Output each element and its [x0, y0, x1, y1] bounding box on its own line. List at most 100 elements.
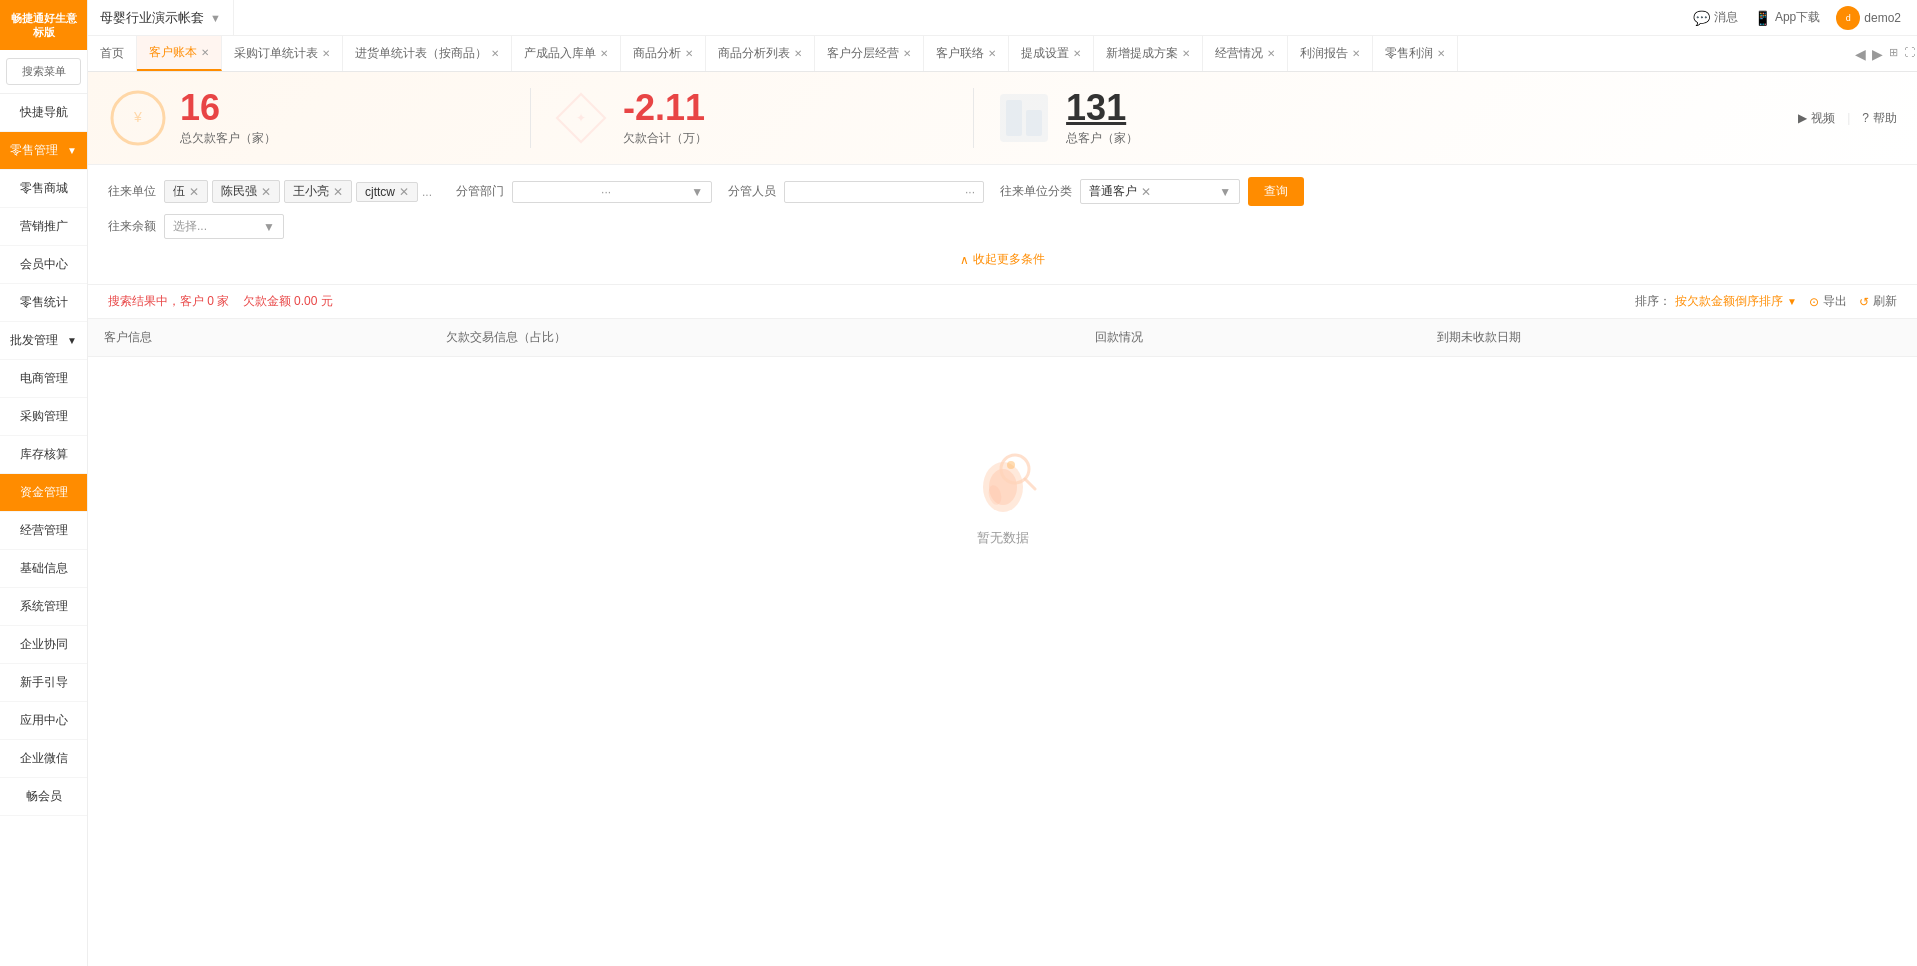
tab-customer-contact[interactable]: 客户联络 ✕ — [924, 36, 1009, 71]
refresh-button[interactable]: ↺ 刷新 — [1859, 293, 1897, 310]
tab-close-icon[interactable]: ✕ — [201, 47, 209, 58]
tab-close-icon[interactable]: ✕ — [685, 48, 693, 59]
sidebar-item-app-center[interactable]: 应用中心 — [0, 702, 87, 740]
sidebar-item-retail-mgmt[interactable]: 零售管理 ▼ — [0, 132, 87, 170]
export-button[interactable]: ⊙ 导出 — [1809, 293, 1847, 310]
category-tag-normal[interactable]: 普通客户 ✕ — [1089, 183, 1151, 200]
tab-new-achievement[interactable]: 新增提成方案 ✕ — [1094, 36, 1203, 71]
tab-product-analysis-list[interactable]: 商品分析列表 ✕ — [706, 36, 815, 71]
collapse-button[interactable]: ∧ 收起更多条件 — [108, 251, 1897, 268]
sidebar-item-marketing[interactable]: 营销推广 — [0, 208, 87, 246]
sort-button[interactable]: 按欠款金额倒序排序 — [1675, 293, 1783, 310]
stat-total-customers-value: 131 — [1066, 90, 1138, 126]
filter-row-1: 往来单位 伍 ✕ 陈民强 ✕ 王小亮 ✕ cjttcw — [108, 177, 1897, 206]
sidebar-item-retail-mall[interactable]: 零售商城 — [0, 170, 87, 208]
tag-remove-icon[interactable]: ✕ — [1141, 185, 1151, 199]
sidebar-item-enterprise-wechat[interactable]: 企业微信 — [0, 740, 87, 778]
sidebar-item-basic-info[interactable]: 基础信息 — [0, 550, 87, 588]
debt-customers-icon: ¥ — [108, 88, 168, 148]
sidebar-item-capital[interactable]: 资金管理 — [0, 474, 87, 512]
tag-remove-icon[interactable]: ✕ — [333, 185, 343, 199]
sidebar-item-enterprise[interactable]: 企业协同 — [0, 626, 87, 664]
message-button[interactable]: 💬 消息 — [1693, 9, 1738, 26]
category-select[interactable]: 普通客户 ✕ ▼ — [1080, 179, 1240, 204]
tab-product-analysis[interactable]: 商品分析 ✕ — [621, 36, 706, 71]
tab-close-icon[interactable]: ✕ — [988, 48, 996, 59]
tab-close-icon[interactable]: ✕ — [1073, 48, 1081, 59]
sidebar-item-vip[interactable]: 畅会员 — [0, 778, 87, 816]
tab-inbound-stats[interactable]: 进货单统计表（按商品） ✕ — [343, 36, 512, 71]
search-menu-button[interactable]: 搜索菜单 — [6, 58, 81, 85]
user-profile[interactable]: d demo2 — [1836, 6, 1901, 30]
stat-debt-amount-value: -2.11 — [623, 90, 707, 126]
stat-total-customers: 131 总客户（家） — [994, 88, 1396, 148]
chevron-up-icon: ∧ — [960, 253, 969, 267]
tab-close-icon[interactable]: ✕ — [322, 48, 330, 59]
filter-more-btn[interactable]: ... — [422, 185, 432, 199]
video-link[interactable]: ▶ 视频 — [1798, 110, 1835, 127]
toolbar-sort: 排序： 按欠款金额倒序排序 ▼ — [1635, 293, 1797, 310]
filter-tag-cm[interactable]: 陈民强 ✕ — [212, 180, 280, 203]
tab-fullscreen-icon[interactable]: ⛶ — [1902, 46, 1917, 62]
sidebar-item-retail-stats[interactable]: 零售统计 — [0, 284, 87, 322]
tab-close-icon[interactable]: ✕ — [491, 48, 499, 59]
sidebar-item-wholesale[interactable]: 批发管理 ▼ — [0, 322, 87, 360]
chevron-down-icon: ▼ — [263, 220, 275, 234]
tab-close-icon[interactable]: ✕ — [794, 48, 802, 59]
sidebar-item-quick-nav[interactable]: 快捷导航 — [0, 94, 87, 132]
sidebar-item-member[interactable]: 会员中心 — [0, 246, 87, 284]
chevron-down-icon: ▼ — [67, 335, 77, 346]
tab-expand-arrow[interactable]: ⊞ — [1887, 46, 1900, 62]
tab-close-icon[interactable]: ✕ — [1352, 48, 1360, 59]
tab-purchase-order[interactable]: 采购订单统计表 ✕ — [222, 36, 343, 71]
filter-tag-cj[interactable]: cjttcw ✕ — [356, 182, 418, 202]
unit-filter-label: 往来单位 — [108, 183, 156, 200]
empty-state: 暂无数据 — [88, 357, 1917, 627]
stat-debt-amount: ✦ -2.11 欠款合计（万） — [551, 88, 953, 148]
more-icon: ··· — [965, 185, 975, 199]
tab-bar: 首页 客户账本 ✕ 采购订单统计表 ✕ 进货单统计表（按商品） ✕ 产成品入库单… — [88, 36, 1917, 72]
tab-home[interactable]: 首页 — [88, 36, 137, 71]
sidebar-item-operation[interactable]: 经营管理 — [0, 512, 87, 550]
tab-promotion-settings[interactable]: 提成设置 ✕ — [1009, 36, 1094, 71]
person-select[interactable]: ··· — [784, 181, 984, 203]
tab-retail-profit[interactable]: 零售利润 ✕ — [1373, 36, 1458, 71]
header-actions: ▶ 视频 | ? 帮助 — [1798, 110, 1897, 127]
filter-tag-wxl[interactable]: 王小亮 ✕ — [284, 180, 352, 203]
tab-customer-account[interactable]: 客户账本 ✕ — [137, 36, 222, 71]
tab-close-icon[interactable]: ✕ — [1182, 48, 1190, 59]
total-customers-icon — [994, 88, 1054, 148]
tab-customer-segment[interactable]: 客户分层经营 ✕ — [815, 36, 924, 71]
svg-point-11 — [1007, 461, 1015, 469]
sidebar-item-purchase[interactable]: 采购管理 — [0, 398, 87, 436]
sidebar-item-inventory[interactable]: 库存核算 — [0, 436, 87, 474]
tab-prev-arrow[interactable]: ◀ — [1853, 46, 1868, 62]
stat-debt-amount-label: 欠款合计（万） — [623, 130, 707, 147]
table-container: 客户信息 欠款交易信息（占比） 回款情况 到期未收款日期 — [88, 319, 1917, 966]
tab-operation-status[interactable]: 经营情况 ✕ — [1203, 36, 1288, 71]
query-button[interactable]: 查询 — [1248, 177, 1304, 206]
dept-select[interactable]: ··· ▼ — [512, 181, 712, 203]
tab-close-icon[interactable]: ✕ — [1437, 48, 1445, 59]
tag-remove-icon[interactable]: ✕ — [189, 185, 199, 199]
tab-product-inbound[interactable]: 产成品入库单 ✕ — [512, 36, 621, 71]
sidebar-item-new-guide[interactable]: 新手引导 — [0, 664, 87, 702]
stats-header: ¥ 16 总欠款客户（家） ✦ -2.11 — [88, 72, 1917, 165]
data-table: 客户信息 欠款交易信息（占比） 回款情况 到期未收款日期 — [88, 319, 1917, 357]
tab-next-arrow[interactable]: ▶ — [1870, 46, 1885, 62]
sidebar-item-system[interactable]: 系统管理 — [0, 588, 87, 626]
tab-close-icon[interactable]: ✕ — [903, 48, 911, 59]
tab-close-icon[interactable]: ✕ — [1267, 48, 1275, 59]
tab-profit-report[interactable]: 利润报告 ✕ — [1288, 36, 1373, 71]
filter-tag-ws[interactable]: 伍 ✕ — [164, 180, 208, 203]
help-link[interactable]: ? 帮助 — [1862, 110, 1897, 127]
sidebar-search[interactable]: 搜索菜单 — [0, 50, 87, 94]
balance-select[interactable]: 选择... ▼ — [164, 214, 284, 239]
sidebar-item-ecommerce[interactable]: 电商管理 — [0, 360, 87, 398]
stat-total-customers-info: 131 总客户（家） — [1066, 90, 1138, 147]
refresh-icon: ↺ — [1859, 295, 1869, 309]
tab-close-icon[interactable]: ✕ — [600, 48, 608, 59]
app-download-button[interactable]: 📱 App下载 — [1754, 9, 1820, 26]
tag-remove-icon[interactable]: ✕ — [261, 185, 271, 199]
tag-remove-icon[interactable]: ✕ — [399, 185, 409, 199]
